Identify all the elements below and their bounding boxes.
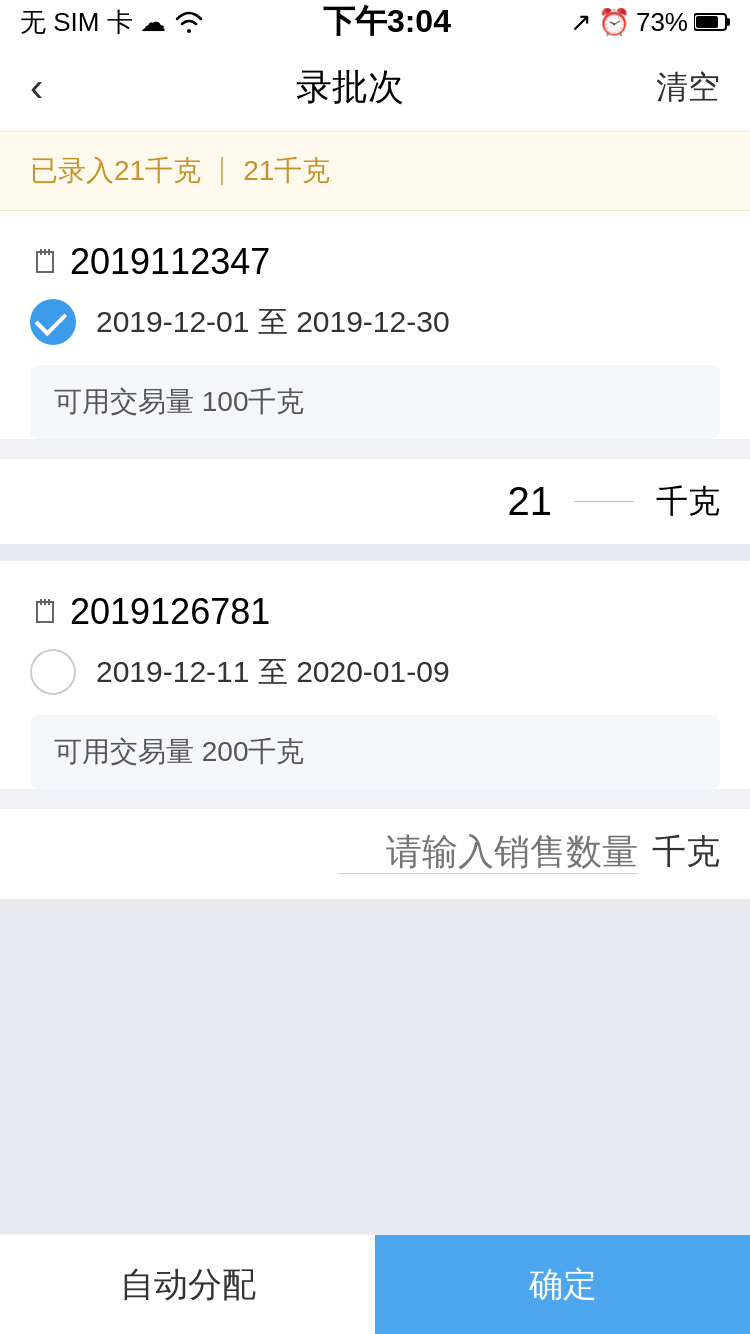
section-divider: [0, 545, 750, 561]
batch2-availability: 可用交易量 200千克: [30, 715, 720, 789]
page-title: 录批次: [296, 63, 404, 112]
clear-button[interactable]: 清空: [656, 66, 720, 110]
batch2-radio[interactable]: [30, 649, 76, 695]
batch1-number: 2019112347: [70, 241, 270, 283]
recorded-label: 已录入21千克: [30, 152, 201, 190]
batch2-qty-input[interactable]: [338, 831, 638, 874]
batch1-qty-row: 21 千克: [0, 459, 750, 545]
battery-text: 73%: [636, 7, 688, 38]
batch1-date-row[interactable]: 2019-12-01 至 2019-12-30: [30, 299, 720, 345]
status-bar: 无 SIM 卡 ☁ 下午3:04 ↗ ⏰ 73%: [0, 0, 750, 44]
batch1-radio[interactable]: [30, 299, 76, 345]
batch1-card: 🗒 2019112347 2019-12-01 至 2019-12-30 可用交…: [0, 211, 750, 439]
wifi-icon: [174, 11, 204, 33]
confirm-button[interactable]: 确定: [375, 1235, 750, 1334]
batch1-qty-value: 21: [508, 479, 553, 524]
batch2-icon: 🗒: [30, 594, 62, 631]
batch2-date-row[interactable]: 2019-12-11 至 2020-01-09: [30, 649, 720, 695]
battery-icon: [694, 12, 730, 32]
status-left: 无 SIM 卡 ☁: [20, 5, 204, 40]
batch1-date: 2019-12-01 至 2019-12-30: [96, 302, 450, 343]
batch2-card: 🗒 2019126781 2019-12-11 至 2020-01-09 可用交…: [0, 561, 750, 789]
back-button[interactable]: ‹: [30, 65, 43, 110]
alarm-icon: ⏰: [598, 7, 630, 38]
auto-distribute-button[interactable]: 自动分配: [0, 1235, 375, 1334]
svg-rect-2: [696, 16, 718, 28]
batch2-header: 🗒 2019126781: [30, 591, 720, 633]
recorded-value: 21千克: [243, 152, 330, 190]
batch1-header: 🗒 2019112347: [30, 241, 720, 283]
status-right: ↗ ⏰ 73%: [570, 7, 730, 38]
status-time: 下午3:04: [323, 0, 451, 44]
svg-rect-1: [726, 18, 730, 26]
batch2-date: 2019-12-11 至 2020-01-09: [96, 652, 450, 693]
batch1-icon: 🗒: [30, 244, 62, 281]
info-bar: 已录入21千克 21千克: [0, 132, 750, 211]
nav-bar: ‹ 录批次 清空: [0, 44, 750, 132]
location-icon: ↗: [570, 7, 592, 38]
batch1-availability: 可用交易量 100千克: [30, 365, 720, 439]
bottom-bar: 自动分配 确定: [0, 1234, 750, 1334]
batch1-underline: [574, 501, 634, 502]
no-sim-text: 无 SIM 卡 ☁: [20, 5, 166, 40]
batch2-qty-input-row[interactable]: 千克: [0, 809, 750, 900]
info-divider: [221, 157, 223, 185]
batch2-unit: 千克: [652, 829, 720, 875]
batch2-number: 2019126781: [70, 591, 270, 633]
batch1-unit: 千克: [656, 480, 720, 524]
